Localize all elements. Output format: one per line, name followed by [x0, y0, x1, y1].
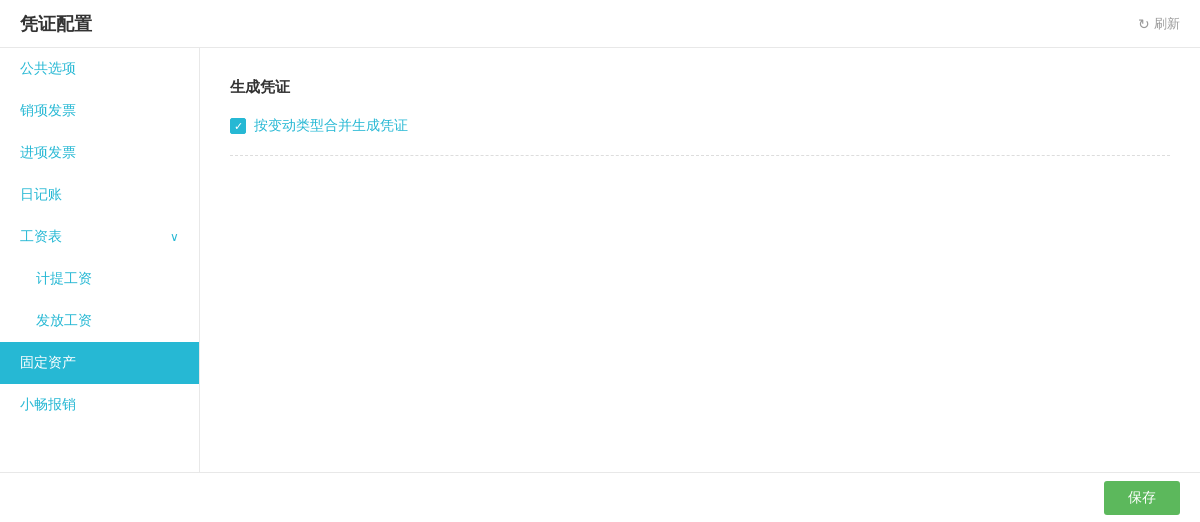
- sidebar-item-journal[interactable]: 日记账: [0, 174, 199, 216]
- sidebar-item-payroll-table[interactable]: 工资表 ∨: [0, 216, 199, 258]
- page-header: 凭证配置 ↻ 刷新: [0, 0, 1200, 48]
- merge-checkbox-label[interactable]: 按变动类型合并生成凭证: [254, 117, 408, 135]
- checkbox-row[interactable]: 按变动类型合并生成凭证: [230, 117, 1170, 135]
- refresh-icon: ↻: [1138, 16, 1150, 32]
- sidebar-item-label: 发放工资: [36, 312, 92, 330]
- save-button[interactable]: 保存: [1104, 481, 1180, 515]
- main-layout: 公共选项销项发票进项发票日记账工资表 ∨ 计提工资发放工资固定资产小畅报销 生成凭证…: [0, 48, 1200, 472]
- sidebar-item-public-options[interactable]: 公共选项: [0, 48, 199, 90]
- sidebar: 公共选项销项发票进项发票日记账工资表 ∨ 计提工资发放工资固定资产小畅报销: [0, 48, 200, 472]
- sidebar-item-accrual-salary[interactable]: 计提工资: [0, 258, 199, 300]
- sidebar-item-label: 固定资产: [20, 354, 76, 372]
- page-footer: 保存: [0, 472, 1200, 522]
- sidebar-item-label: 日记账: [20, 186, 62, 204]
- refresh-label: 刷新: [1154, 15, 1180, 33]
- content-area: 生成凭证 按变动类型合并生成凭证: [200, 48, 1200, 472]
- sidebar-item-sales-invoice[interactable]: 销项发票: [0, 90, 199, 132]
- chevron-down-icon: ∨: [170, 230, 179, 244]
- refresh-button[interactable]: ↻ 刷新: [1138, 15, 1180, 33]
- sidebar-item-label: 进项发票: [20, 144, 76, 162]
- sidebar-item-purchase-invoice[interactable]: 进项发票: [0, 132, 199, 174]
- section-divider: [230, 155, 1170, 156]
- sidebar-item-distribute-salary[interactable]: 发放工资: [0, 300, 199, 342]
- section-title: 生成凭证: [230, 78, 1170, 97]
- sidebar-item-fixed-assets[interactable]: 固定资产: [0, 342, 199, 384]
- merge-checkbox[interactable]: [230, 118, 246, 134]
- sidebar-item-expense-report[interactable]: 小畅报销: [0, 384, 199, 426]
- page-title: 凭证配置: [20, 12, 92, 36]
- sidebar-item-label: 公共选项: [20, 60, 76, 78]
- sidebar-item-label: 工资表: [20, 228, 62, 246]
- sidebar-item-label: 销项发票: [20, 102, 76, 120]
- sidebar-item-label: 小畅报销: [20, 396, 76, 414]
- sidebar-item-label: 计提工资: [36, 270, 92, 288]
